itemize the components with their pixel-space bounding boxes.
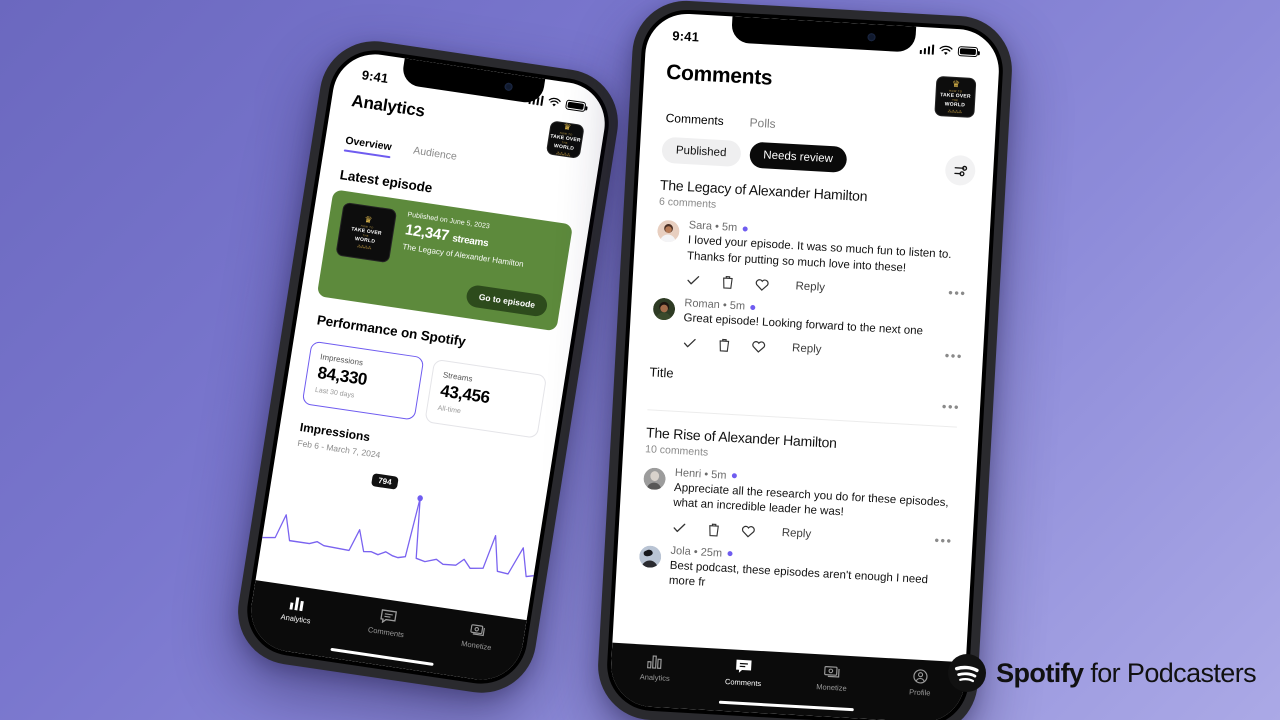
spotify-logo [948,654,987,692]
comment-author: Roman [684,297,721,312]
analytics-screen: 9:41 Analytics ♛ HOW TO TAKE OVER THE WO… [245,48,611,686]
approve-check-icon[interactable] [672,519,688,535]
reply-button[interactable]: Reply [792,342,822,356]
avatar [639,545,662,568]
delete-trash-icon[interactable] [717,337,732,353]
approve-check-icon[interactable] [682,335,698,351]
nav-label: Comments [367,625,405,640]
like-heart-icon[interactable] [751,339,767,354]
nav-label: Monetize [460,638,493,653]
nav-label: Monetize [816,682,847,693]
front-camera-icon [504,82,514,92]
nav-analytics[interactable]: Analytics [610,652,700,685]
unread-indicator [731,473,737,479]
reply-button[interactable]: Reply [795,280,825,294]
avatar [657,220,680,243]
profile-icon [912,668,930,684]
brand-suffix: for Podcasters [1083,657,1256,688]
like-heart-icon[interactable] [740,524,756,539]
comment-time: 5m [710,468,727,482]
money-icon [470,621,488,638]
more-options-icon[interactable]: ••• [934,532,953,548]
like-heart-icon[interactable] [754,277,770,292]
more-options-icon[interactable]: ••• [948,285,967,301]
title-label: Title [649,363,675,381]
bar-chart-icon [289,594,307,612]
comment-bubble-icon [379,608,398,625]
podcast-cover-art[interactable]: ♛ HOW TO TAKE OVER THE WORLD ⁂⁂⁂⁂ [545,120,585,159]
brand-name: Spotify [996,657,1084,688]
status-time: 9:41 [360,66,390,86]
episode-stream-count: 12,347 [403,221,451,245]
nav-monetize[interactable]: Monetize [431,616,525,657]
crown-icon: ♛ [951,78,961,90]
crown-icon: ♛ [562,121,573,133]
unread-indicator [742,225,748,232]
front-camera-icon [866,32,876,42]
unread-indicator [749,304,756,310]
brand-lockup: Spotify for Podcasters [948,654,1257,692]
more-options-icon[interactable]: ••• [944,347,963,363]
nav-comments[interactable]: Comments [699,657,789,690]
comment-time: 25m [700,546,723,560]
signal-bars-icon [919,44,935,55]
avatar [643,467,666,490]
status-time: 9:41 [671,27,700,45]
nav-label: Analytics [639,672,670,683]
phone-analytics: 9:41 Analytics ♛ HOW TO TAKE OVER THE WO… [230,33,626,701]
comment-author: Sara [688,219,713,233]
chart-active-point [417,495,423,502]
battery-icon [957,46,979,58]
comment-author: Jola [670,544,692,558]
bar-chart-icon [646,654,665,670]
wifi-icon [548,97,561,107]
avatar [652,297,676,321]
delete-trash-icon[interactable] [706,521,721,537]
comment-author: Henri [674,466,702,480]
page-title: Comments [665,60,773,90]
episode-cover-art: ♛ HOW TO TAKE OVER THE WORLD ⁂⁂⁂⁂ [335,201,398,264]
crown-icon: ♛ [363,214,374,226]
nav-label: Profile [908,687,931,698]
phone-bezel: 9:41 Comments ♛ HOW TO TAKE OVER THE WOR… [604,7,1006,720]
more-options-icon[interactable]: ••• [942,398,961,414]
delete-trash-icon[interactable] [720,274,735,290]
approve-check-icon[interactable] [685,272,701,288]
comment-time: 5m [729,299,746,313]
comments-screen: 9:41 Comments ♛ HOW TO TAKE OVER THE WOR… [608,11,1002,720]
money-icon [823,664,841,680]
phone-bezel: 9:41 Analytics ♛ HOW TO TAKE OVER THE WO… [240,44,616,690]
unread-indicator [726,551,733,557]
episode-streams-label: streams [451,233,490,250]
battery-icon [565,99,587,113]
cover-line-4: WORLD [944,101,966,109]
nav-label: Analytics [280,612,312,626]
wreath-icon: ⁂⁂⁂⁂ [356,243,372,251]
tab-polls[interactable]: Polls [749,116,776,131]
wifi-icon [939,45,953,55]
nav-monetize[interactable]: Monetize [787,662,877,695]
comment-bubble-icon [735,659,753,675]
podcast-cover-art[interactable]: ♛ HOW TO TAKE OVER THE WORLD ⁂⁂⁂⁂ [934,75,977,119]
comment-time: 5m [721,221,738,234]
phone-comments: 9:41 Comments ♛ HOW TO TAKE OVER THE WOR… [595,0,1015,720]
nav-analytics[interactable]: Analytics [250,589,344,630]
nav-label: Comments [724,677,762,689]
reply-button[interactable]: Reply [781,527,811,541]
nav-comments[interactable]: Comments [341,602,435,643]
wreath-icon: ⁂⁂⁂⁂ [947,108,962,115]
